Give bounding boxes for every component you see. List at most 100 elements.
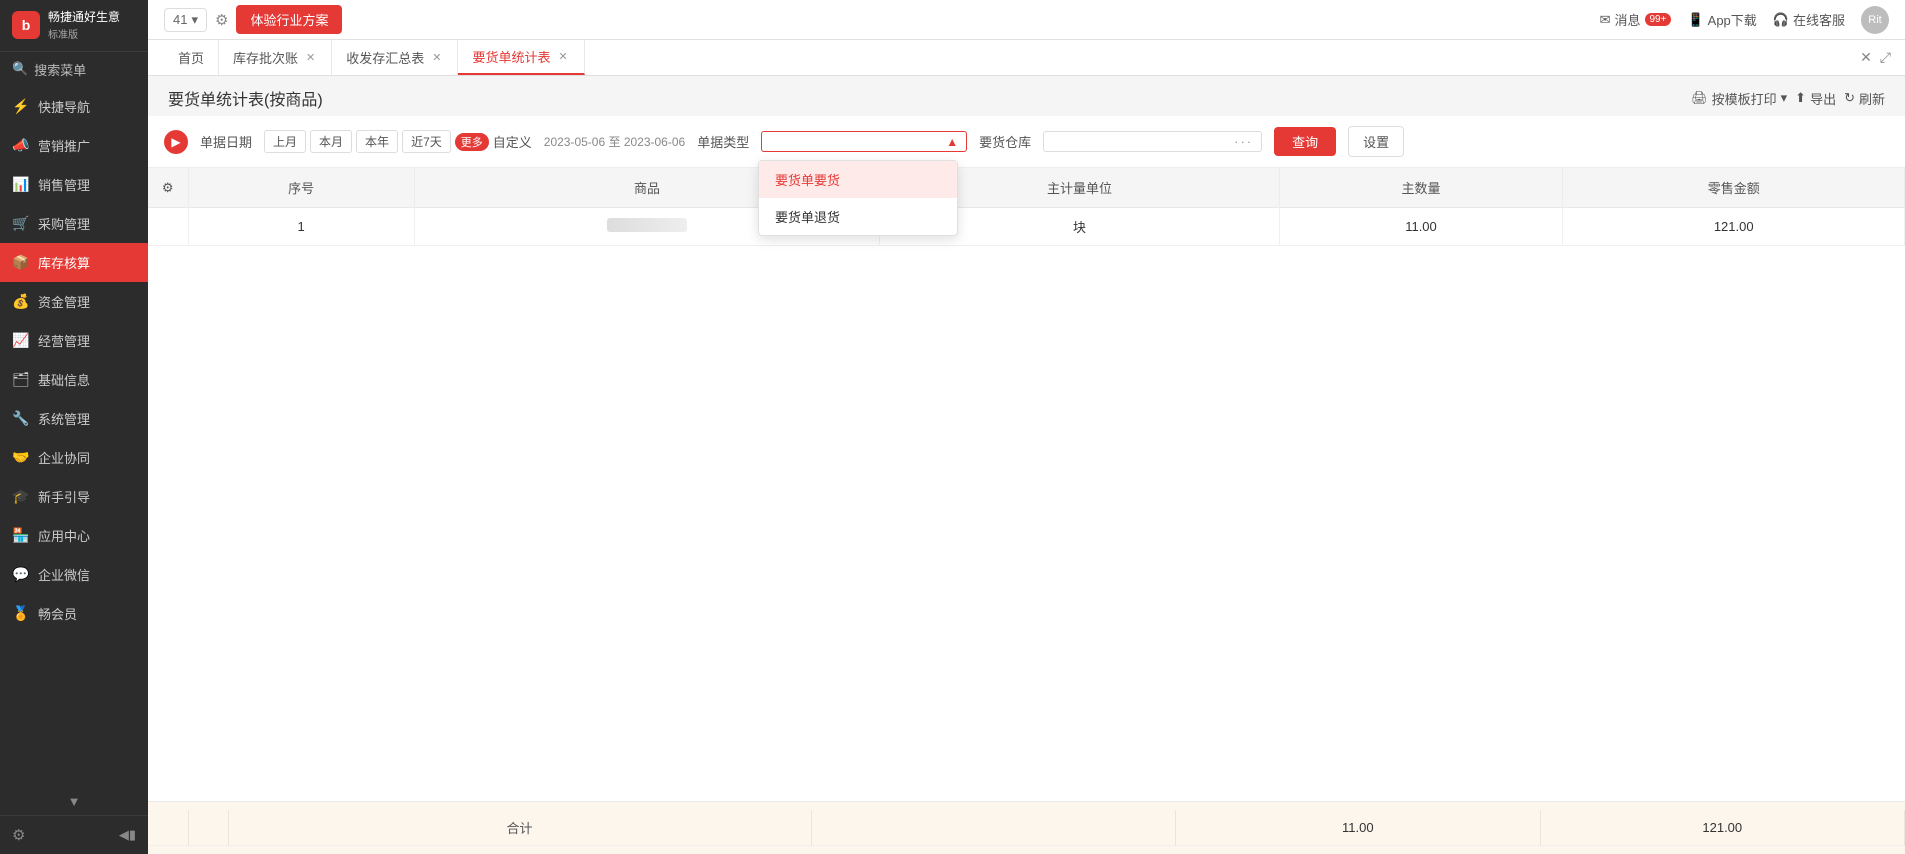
- settings-btn[interactable]: 设置: [1348, 126, 1404, 157]
- online-service-btn[interactable]: 🎧 在线客服: [1773, 10, 1845, 29]
- col-no: 序号: [188, 168, 414, 208]
- footer-amount: 121.00: [1540, 810, 1904, 846]
- type-label: 单据类型: [697, 132, 749, 151]
- product-name-blurred: [607, 218, 687, 232]
- date-btn-this-year[interactable]: 本年: [356, 130, 398, 153]
- company-selector[interactable]: 41 ▾: [164, 8, 207, 32]
- purchase-icon: 🛒: [12, 214, 30, 232]
- tab-close-all-btn[interactable]: ✕: [1856, 49, 1876, 66]
- inventory-icon: 📦: [12, 253, 30, 271]
- topbar-gear-icon[interactable]: ⚙: [215, 11, 228, 29]
- sidebar-item-basics[interactable]: 🗂 基础信息: [0, 360, 148, 399]
- dropdown-item-deliver[interactable]: 要货单要货: [759, 161, 957, 198]
- logo-icon: b: [12, 11, 40, 39]
- members-icon: 🏅: [12, 604, 30, 622]
- sidebar-item-guide[interactable]: 🎓 新手引导: [0, 477, 148, 516]
- logo-title: 畅捷通好生意: [48, 10, 120, 26]
- page-header: 要货单统计表(按商品) 🖨 按模板打印 ▾ ⬆ 导出 ↻ 刷新: [148, 76, 1905, 116]
- tab-order-stat[interactable]: 要货单统计表 ✕: [458, 40, 584, 75]
- topbar-left: 41 ▾ ⚙ 体验行业方案: [164, 5, 1588, 34]
- cell-qty: 11.00: [1279, 208, 1563, 246]
- type-text-input[interactable]: [770, 134, 946, 149]
- cell-amount: 121.00: [1563, 208, 1905, 246]
- trial-btn[interactable]: 体验行业方案: [236, 5, 342, 34]
- date-custom-btn[interactable]: 自定义: [493, 132, 532, 151]
- sidebar-item-inventory[interactable]: 📦 库存核算: [0, 243, 148, 282]
- export-icon: ⬆: [1795, 90, 1806, 106]
- collapse-sidebar-btn[interactable]: ◀▮: [119, 827, 136, 843]
- table-container: ⚙ 序号 商品 主计量单位 主数量 零售金额 1 块 11.00: [148, 168, 1905, 801]
- sidebar-item-appstore[interactable]: 🏪 应用中心: [0, 516, 148, 555]
- sidebar-item-quick-nav[interactable]: ⚡ 快捷导航: [0, 87, 148, 126]
- app-icon: 📱: [1687, 12, 1703, 28]
- col-settings[interactable]: ⚙: [148, 168, 188, 208]
- messages-btn[interactable]: ✉ 消息 99+: [1600, 10, 1672, 29]
- filter-bar: ▶ 单据日期 上月 本月 本年 近7天 更多 自定义 2023-05-06 至 …: [148, 116, 1905, 168]
- main-content: 41 ▾ ⚙ 体验行业方案 ✉ 消息 99+ 📱 App下载 🎧 在线客服 Ri…: [148, 0, 1905, 854]
- date-btn-7days[interactable]: 近7天: [402, 130, 451, 153]
- date-more-badge[interactable]: 更多: [455, 133, 489, 151]
- chevron-up-icon[interactable]: ▲: [946, 135, 958, 149]
- date-btn-this-month[interactable]: 本月: [310, 130, 352, 153]
- logo-sub: 标准版: [48, 26, 120, 41]
- type-input[interactable]: ▲: [761, 131, 967, 152]
- topbar-right: ✉ 消息 99+ 📱 App下载 🎧 在线客服 Rit: [1600, 6, 1889, 34]
- tab-collect[interactable]: 收发存汇总表 ✕: [332, 40, 458, 75]
- sidebar-item-marketing[interactable]: 📣 营销推广: [0, 126, 148, 165]
- col-qty: 主数量: [1279, 168, 1563, 208]
- page-title: 要货单统计表(按商品): [168, 86, 323, 110]
- tab-close-order-stat[interactable]: ✕: [557, 49, 570, 64]
- sidebar-item-members[interactable]: 🏅 畅会员: [0, 594, 148, 633]
- type-dropdown: 要货单要货 要货单退货: [758, 160, 958, 236]
- date-btn-last-month[interactable]: 上月: [264, 130, 306, 153]
- table-footer: 合计 11.00 121.00: [148, 801, 1905, 854]
- service-icon: 🎧: [1773, 12, 1789, 28]
- app-download-btn[interactable]: 📱 App下载: [1687, 10, 1756, 29]
- warehouse-input[interactable]: ···: [1043, 131, 1262, 152]
- sidebar: b 畅捷通好生意 标准版 🔍 搜索菜单 ⚡ 快捷导航 📣 营销推广 📊 销售管理…: [0, 0, 148, 854]
- warehouse-label: 要货仓库: [979, 132, 1031, 151]
- operation-icon: 📈: [12, 331, 30, 349]
- sidebar-item-system[interactable]: 🔧 系统管理: [0, 399, 148, 438]
- table-row: 1 块 11.00 121.00: [148, 208, 1905, 246]
- export-btn[interactable]: ⬆ 导出: [1795, 89, 1836, 108]
- sidebar-item-wechat[interactable]: 💬 企业微信: [0, 555, 148, 594]
- cell-settings: [148, 208, 188, 246]
- quick-nav-icon: ⚡: [12, 97, 30, 115]
- sidebar-item-purchase[interactable]: 🛒 采购管理: [0, 204, 148, 243]
- refresh-btn[interactable]: ↻ 刷新: [1844, 89, 1885, 108]
- message-badge: 99+: [1645, 13, 1672, 26]
- avatar[interactable]: Rit: [1861, 6, 1889, 34]
- sidebar-item-sales[interactable]: 📊 销售管理: [0, 165, 148, 204]
- footer-spacer: [148, 810, 188, 846]
- print-btn[interactable]: 🖨 按模板打印 ▾: [1691, 89, 1787, 108]
- marketing-icon: 📣: [12, 136, 30, 154]
- page-actions: 🖨 按模板打印 ▾ ⬆ 导出 ↻ 刷新: [1691, 89, 1885, 108]
- search-menu[interactable]: 🔍 搜索菜单: [0, 52, 148, 87]
- sidebar-item-enterprise[interactable]: 🤝 企业协同: [0, 438, 148, 477]
- tabs-bar: 首页 库存批次账 ✕ 收发存汇总表 ✕ 要货单统计表 ✕ ✕ ⤢: [148, 40, 1905, 76]
- more-filters-icon[interactable]: ···: [1234, 134, 1253, 149]
- warehouse-text-input[interactable]: [1052, 134, 1228, 149]
- wechat-icon: 💬: [12, 565, 30, 583]
- tab-close-batch[interactable]: ✕: [304, 50, 317, 65]
- settings-icon[interactable]: ⚙: [12, 826, 25, 844]
- sidebar-item-finance[interactable]: 💰 资金管理: [0, 282, 148, 321]
- tab-actions: ✕ ⤢: [1856, 40, 1905, 75]
- sidebar-logo: b 畅捷通好生意 标准版: [0, 0, 148, 52]
- refresh-icon: ↻: [1844, 90, 1855, 106]
- sidebar-scroll-down[interactable]: ▼: [0, 788, 148, 815]
- footer-label: 合计: [228, 810, 811, 846]
- filter-expand-btn[interactable]: ▶: [164, 130, 188, 154]
- tab-close-collect[interactable]: ✕: [430, 50, 443, 65]
- tab-expand-btn[interactable]: ⤢: [1876, 49, 1895, 66]
- data-table: ⚙ 序号 商品 主计量单位 主数量 零售金额 1 块 11.00: [148, 168, 1905, 246]
- print-icon: 🖨: [1691, 90, 1708, 106]
- query-btn[interactable]: 查询: [1274, 127, 1336, 156]
- dropdown-item-return[interactable]: 要货单退货: [759, 198, 957, 235]
- enterprise-icon: 🤝: [12, 448, 30, 466]
- tab-home[interactable]: 首页: [164, 40, 219, 75]
- tab-batch[interactable]: 库存批次账 ✕: [219, 40, 332, 75]
- guide-icon: 🎓: [12, 487, 30, 505]
- sidebar-item-operation[interactable]: 📈 经营管理: [0, 321, 148, 360]
